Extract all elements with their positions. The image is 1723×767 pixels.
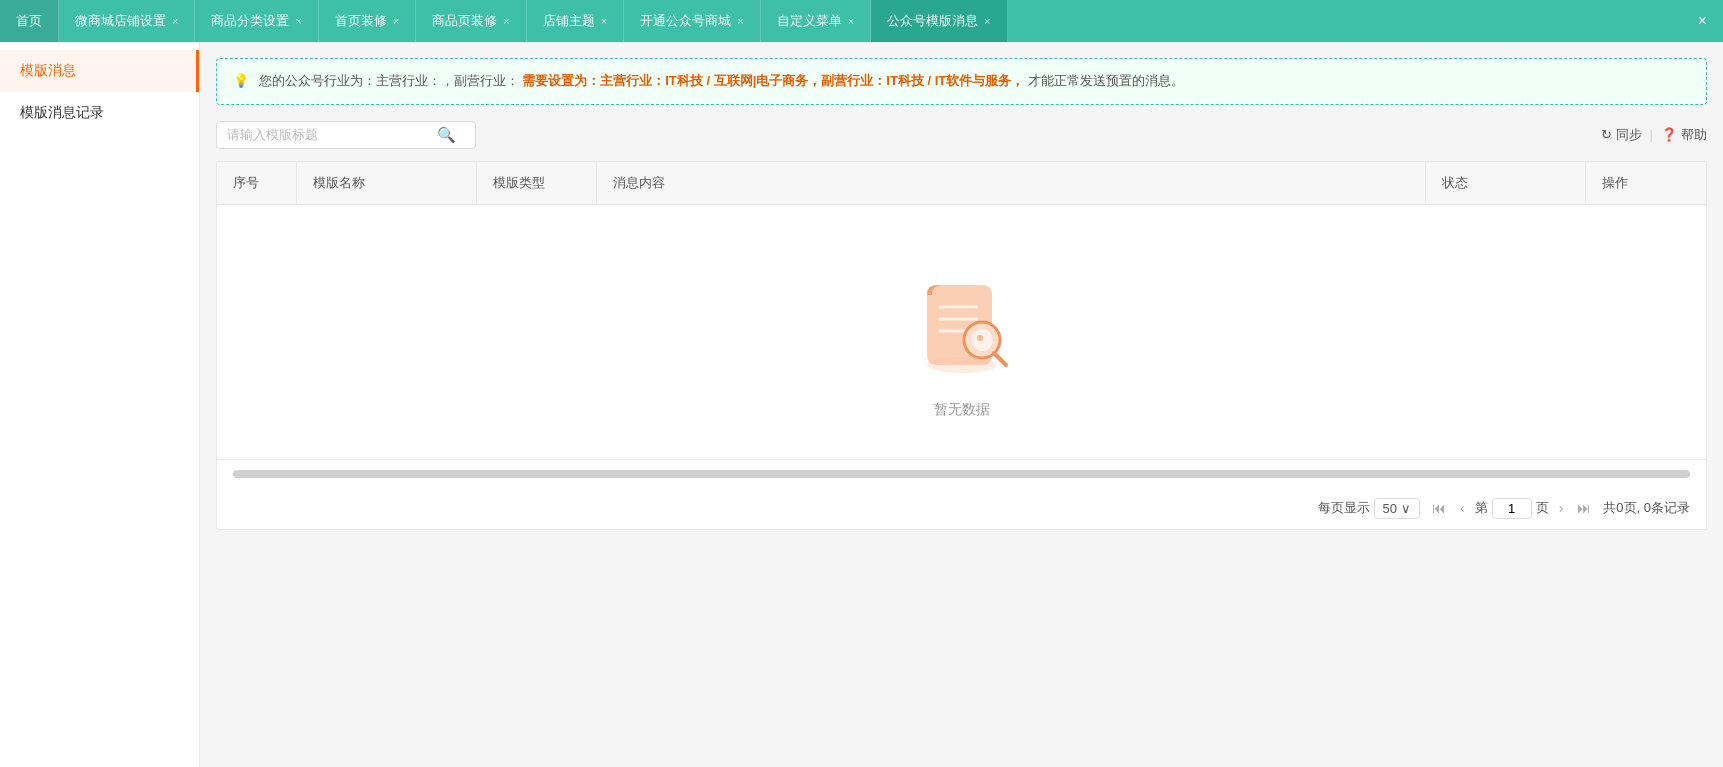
toolbar-divider: | [1650, 127, 1653, 142]
nav-shop-settings-label: 微商城店铺设置 [75, 12, 166, 30]
data-table: 序号 模版名称 模版类型 消息内容 状态 操作 [216, 161, 1707, 530]
th-type: 模版类型 [477, 162, 597, 204]
main-layout: 模版消息 模版消息记录 💡 您的公众号行业为：主营行业：，副营行业： 需要设置为… [0, 42, 1723, 767]
total-info: 共0页, 0条记录 [1603, 499, 1690, 517]
help-button[interactable]: ❓ 帮助 [1661, 126, 1707, 144]
th-status: 状态 [1426, 162, 1586, 204]
page-size-chevron-icon: ∨ [1401, 501, 1411, 516]
empty-state-text: 暂无数据 [934, 401, 990, 419]
help-icon: ❓ [1661, 127, 1677, 142]
top-nav: 首页 微商城店铺设置 × 商品分类设置 × 首页装修 × 商品页装修 × 店铺主… [0, 0, 1723, 42]
nav-open-mall-close[interactable]: × [737, 15, 743, 27]
nav-open-mall[interactable]: 开通公众号商城 × [624, 0, 760, 42]
svg-point-7 [977, 335, 983, 341]
nav-custom-menu-close[interactable]: × [848, 15, 854, 27]
last-page-button[interactable]: ⏭ [1573, 498, 1595, 518]
th-index: 序号 [217, 162, 297, 204]
page-label: 第 [1475, 499, 1488, 517]
next-page-button[interactable]: › [1555, 498, 1568, 518]
first-page-button[interactable]: ⏮ [1428, 498, 1450, 518]
help-label: 帮助 [1681, 126, 1707, 144]
th-name: 模版名称 [297, 162, 477, 204]
notice-icon: 💡 [233, 73, 249, 88]
scrollbar-area[interactable] [217, 459, 1706, 488]
sync-label: 同步 [1616, 126, 1642, 144]
nav-custom-menu-label: 自定义菜单 [777, 12, 842, 30]
empty-state: 暂无数据 [217, 205, 1706, 459]
sidebar-item-template-record-label: 模版消息记录 [20, 104, 104, 120]
th-content: 消息内容 [597, 162, 1426, 204]
pagination: 每页显示 50 ∨ ⏮ ‹ 第 页 › ⏭ [217, 488, 1706, 529]
nav-shop-settings-close[interactable]: × [172, 15, 178, 27]
nav-product-decor[interactable]: 商品页装修 × [416, 0, 526, 42]
notice-text2: 才能正常发送预置的消息。 [1028, 73, 1184, 88]
nav-template-msg-label: 公众号模版消息 [887, 12, 978, 30]
toolbar-right: ↻ 同步 | ❓ 帮助 [1601, 126, 1707, 144]
page-number-input[interactable] [1492, 498, 1532, 519]
nav-custom-menu[interactable]: 自定义菜单 × [761, 0, 871, 42]
notice-highlight: 需要设置为：主营行业：IT科技 / 互联网|电子商务，副营行业：IT科技 / I… [522, 73, 1024, 88]
nav-category-settings[interactable]: 商品分类设置 × [195, 0, 318, 42]
nav-shop-theme-label: 店铺主题 [543, 12, 595, 30]
search-input-wrap[interactable]: 🔍 [216, 121, 476, 149]
nav-product-decor-close[interactable]: × [503, 15, 509, 27]
sync-icon: ↻ [1601, 127, 1612, 142]
nav-shop-settings[interactable]: 微商城店铺设置 × [59, 0, 195, 42]
nav-template-msg-close[interactable]: × [984, 15, 990, 27]
notice-box: 💡 您的公众号行业为：主营行业：，副营行业： 需要设置为：主营行业：IT科技 /… [216, 58, 1707, 105]
prev-page-button[interactable]: ‹ [1456, 498, 1469, 518]
search-input[interactable] [227, 127, 437, 142]
page-input-wrap: 第 页 [1475, 498, 1549, 519]
page-controls: ⏮ ‹ 第 页 › ⏭ [1428, 498, 1595, 519]
page-size-selector: 每页显示 50 ∨ [1318, 498, 1420, 519]
sidebar-item-template-msg[interactable]: 模版消息 [0, 50, 199, 92]
nav-shop-theme[interactable]: 店铺主题 × [527, 0, 624, 42]
sidebar: 模版消息 模版消息记录 [0, 42, 200, 767]
nav-shop-theme-close[interactable]: × [601, 15, 607, 27]
sidebar-item-template-msg-label: 模版消息 [20, 62, 76, 78]
nav-home[interactable]: 首页 [0, 0, 59, 42]
table-header: 序号 模版名称 模版类型 消息内容 状态 操作 [217, 162, 1706, 205]
empty-state-icon [902, 265, 1022, 385]
sync-button[interactable]: ↻ 同步 [1601, 126, 1642, 144]
nav-product-decor-label: 商品页装修 [432, 12, 497, 30]
notice-text1: 您的公众号行业为：主营行业：，副营行业： [259, 73, 519, 88]
nav-open-mall-label: 开通公众号商城 [640, 12, 731, 30]
content-area: 💡 您的公众号行业为：主营行业：，副营行业： 需要设置为：主营行业：IT科技 /… [200, 42, 1723, 767]
search-bar: 🔍 ↻ 同步 | ❓ 帮助 [216, 121, 1707, 149]
nav-homepage-decor[interactable]: 首页装修 × [319, 0, 416, 42]
search-button[interactable]: 🔍 [437, 126, 456, 144]
global-close-button[interactable]: × [1682, 0, 1723, 42]
th-action: 操作 [1586, 162, 1706, 204]
horizontal-scrollbar[interactable] [233, 470, 1690, 478]
nav-template-msg[interactable]: 公众号模版消息 × [871, 0, 1007, 42]
page-unit-label: 页 [1536, 499, 1549, 517]
nav-homepage-decor-label: 首页装修 [335, 12, 387, 30]
nav-homepage-decor-close[interactable]: × [393, 15, 399, 27]
sidebar-item-template-record[interactable]: 模版消息记录 [0, 92, 199, 134]
nav-category-settings-close[interactable]: × [295, 15, 301, 27]
page-size-dropdown[interactable]: 50 ∨ [1374, 498, 1420, 519]
page-size-label: 每页显示 [1318, 499, 1370, 517]
nav-home-label: 首页 [16, 12, 42, 30]
nav-category-settings-label: 商品分类设置 [211, 12, 289, 30]
page-size-value: 50 [1383, 501, 1397, 516]
